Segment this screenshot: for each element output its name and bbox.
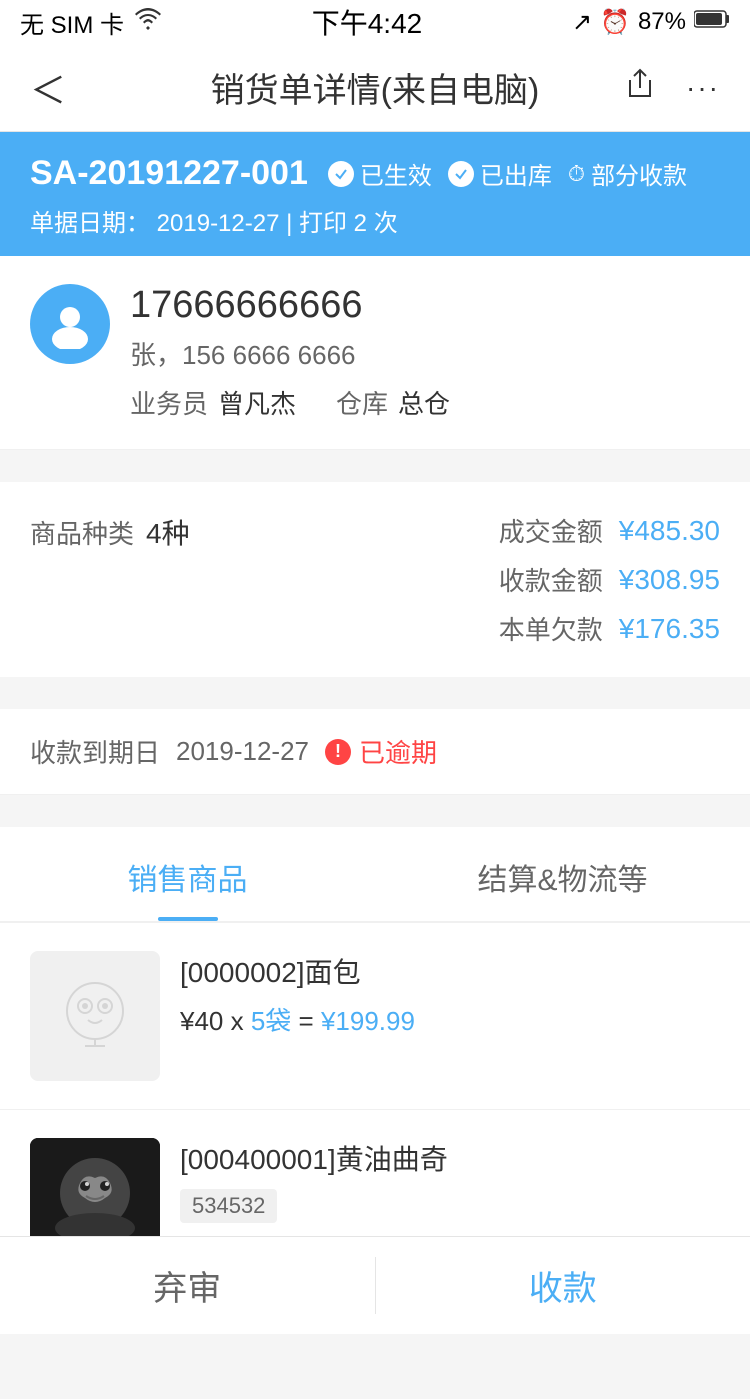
overdue-badge: ! 已逾期 <box>325 733 437 770</box>
tabs-section: 销售商品 结算&物流等 <box>0 827 750 923</box>
received-label: 收款金额 <box>499 561 603 598</box>
status-shipped: 已出库 <box>448 156 552 191</box>
share-button[interactable] <box>624 68 656 108</box>
check-icon-2 <box>448 161 474 187</box>
product-type-value: 4种 <box>146 512 190 552</box>
received-row: 收款金额 ¥308.95 <box>499 561 720 598</box>
collect-payment-button[interactable]: 收款 <box>376 1237 750 1334</box>
header-banner: SA-20191227-001 已生效 已出库 ⏱ 部分收款 单据日期： 201… <box>0 132 750 256</box>
separator: | <box>286 210 299 237</box>
status-effective: 已生效 <box>328 156 432 191</box>
wifi-icon <box>134 8 162 37</box>
product-name-2: [000400001]黄油曲奇 <box>180 1138 720 1178</box>
clock-icon: ⏱ <box>568 161 585 187</box>
order-date: 2019-12-27 <box>157 210 280 237</box>
status-bar-time: 下午4:42 <box>312 2 423 42</box>
customer-name-phone: 张，156 6666 6666 <box>130 335 720 372</box>
status-partial-label: 部分收款 <box>591 156 687 191</box>
tab-sales-products[interactable]: 销售商品 <box>0 827 375 921</box>
alarm-icon: ⏰ <box>600 8 630 37</box>
product-type-label: 商品种类 <box>30 514 134 551</box>
price-base-1: ¥40 x <box>180 1006 251 1036</box>
overdue-text: 已逾期 <box>359 733 437 770</box>
battery-level: 87% <box>638 8 686 36</box>
warehouse-label: 仓库 <box>336 384 388 421</box>
status-bar-right: ↗ ⏰ 87% <box>572 8 730 37</box>
owed-label: 本单欠款 <box>499 610 603 647</box>
product-code-1: [0000002] <box>180 957 305 988</box>
due-date-value: 2019-12-27 <box>176 736 309 767</box>
check-icon-1 <box>328 161 354 187</box>
battery-icon <box>694 8 730 36</box>
product-name-1: [0000002]面包 <box>180 951 720 991</box>
amount-label: 成交金额 <box>499 512 603 549</box>
sales-person-value: 曾凡杰 <box>218 384 296 421</box>
sim-status: 无 SIM 卡 <box>20 5 124 40</box>
product-info-1: [0000002]面包 ¥40 x 5袋 = ¥199.99 <box>180 951 720 1038</box>
warehouse-item: 仓库 总仓 <box>336 384 450 421</box>
overdue-icon: ! <box>325 739 351 765</box>
status-bar-left: 无 SIM 卡 <box>20 5 162 40</box>
amount-row: 成交金额 ¥485.30 <box>499 512 720 549</box>
summary-section: 商品种类 4种 成交金额 ¥485.30 收款金额 ¥308.95 本单欠款 ¥… <box>0 482 750 677</box>
customer-section: 17666666666 张，156 6666 6666 业务员 曾凡杰 仓库 总… <box>0 256 750 450</box>
product-qty-1: 5袋 <box>251 1006 291 1036</box>
cancel-review-button[interactable]: 弃审 <box>0 1237 375 1334</box>
product-item-1: [0000002]面包 ¥40 x 5袋 = ¥199.99 <box>0 923 750 1110</box>
more-button[interactable]: ··· <box>686 72 720 104</box>
product-type-row: 商品种类 4种 <box>30 512 190 552</box>
page-title: 销货单详情(来自电脑) <box>211 63 540 112</box>
order-date-info: 单据日期： 2019-12-27 | 打印 2 次 <box>30 203 720 238</box>
due-date-section: 收款到期日 2019-12-27 ! 已逾期 <box>0 709 750 795</box>
status-bar: 无 SIM 卡 下午4:42 ↗ ⏰ 87% <box>0 0 750 44</box>
nav-actions: ··· <box>624 68 720 108</box>
owed-row: 本单欠款 ¥176.35 <box>499 610 720 647</box>
product-badge-2: 534532 <box>180 1189 277 1223</box>
date-label: 单据日期： <box>30 210 150 237</box>
customer-meta: 业务员 曾凡杰 仓库 总仓 <box>130 384 720 421</box>
amount-value: ¥485.30 <box>619 515 720 547</box>
divider-3 <box>0 795 750 811</box>
product-title-2: 黄油曲奇 <box>336 1144 448 1175</box>
product-code-2: [000400001] <box>180 1144 336 1175</box>
status-partial: ⏱ 部分收款 <box>568 156 687 191</box>
warehouse-value: 总仓 <box>398 384 450 421</box>
customer-avatar <box>30 284 110 364</box>
bottom-bar: 弃审 收款 <box>0 1236 750 1334</box>
summary-left: 商品种类 4种 <box>30 512 190 552</box>
divider-2 <box>0 677 750 693</box>
print-info: 打印 2 次 <box>299 210 398 237</box>
status-effective-label: 已生效 <box>360 156 432 191</box>
summary-right: 成交金额 ¥485.30 收款金额 ¥308.95 本单欠款 ¥176.35 <box>499 512 720 647</box>
back-button[interactable]: ＜ <box>30 62 66 114</box>
equals-1: = <box>291 1006 321 1036</box>
sales-label: 业务员 <box>130 384 208 421</box>
product-price-1: ¥40 x 5袋 = ¥199.99 <box>180 1001 720 1038</box>
received-value: ¥308.95 <box>619 564 720 596</box>
owed-value: ¥176.35 <box>619 613 720 645</box>
order-id: SA-20191227-001 <box>30 154 308 193</box>
tabs-row: 销售商品 结算&物流等 <box>0 827 750 921</box>
status-shipped-label: 已出库 <box>480 156 552 191</box>
due-date-label: 收款到期日 <box>30 733 160 770</box>
product-image-1 <box>30 951 160 1081</box>
location-icon: ↗ <box>572 8 592 37</box>
customer-account: 17666666666 <box>130 284 720 327</box>
product-title-1: 面包 <box>305 957 361 988</box>
sales-person-item: 业务员 曾凡杰 <box>130 384 296 421</box>
product-total-1: ¥199.99 <box>321 1006 415 1036</box>
tab-settlement[interactable]: 结算&物流等 <box>375 827 750 921</box>
status-tags: 已生效 已出库 ⏱ 部分收款 <box>328 156 687 191</box>
customer-info: 17666666666 张，156 6666 6666 业务员 曾凡杰 仓库 总… <box>130 284 720 421</box>
nav-bar: ＜ 销货单详情(来自电脑) ··· <box>0 44 750 132</box>
divider-1 <box>0 450 750 466</box>
